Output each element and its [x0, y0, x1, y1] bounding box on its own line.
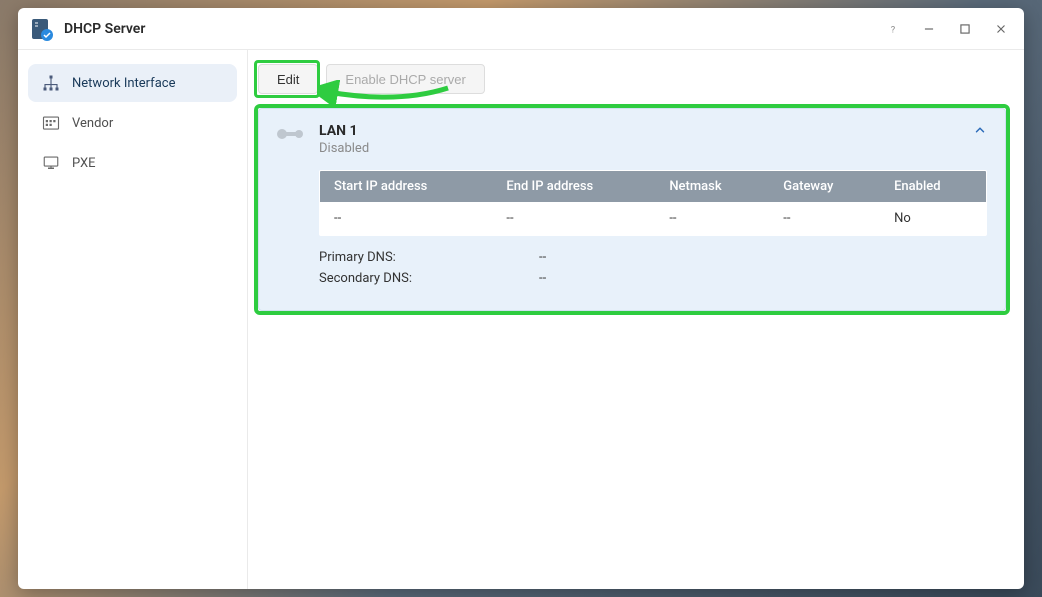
pxe-icon: [42, 154, 60, 172]
lan-panel[interactable]: LAN 1 Disabled Start IP address: [258, 108, 1006, 311]
nic-icon: [277, 127, 305, 141]
lan-title-block: LAN 1 Disabled: [319, 123, 973, 156]
app-icon: [30, 17, 54, 41]
secondary-dns-label: Secondary DNS:: [319, 271, 539, 286]
sidebar-item-label: Vendor: [72, 116, 113, 131]
primary-dns-row: Primary DNS: --: [319, 250, 987, 265]
col-start-ip: Start IP address: [320, 171, 493, 203]
primary-dns-value: --: [539, 250, 546, 265]
network-interface-icon: [42, 74, 60, 92]
vendor-icon: [42, 114, 60, 132]
dns-block: Primary DNS: -- Secondary DNS: --: [319, 250, 987, 286]
col-netmask: Netmask: [655, 171, 769, 203]
help-button[interactable]: ?: [882, 18, 904, 40]
sidebar-item-pxe[interactable]: PXE: [28, 144, 237, 182]
sidebar-item-vendor[interactable]: Vendor: [28, 104, 237, 142]
window-body: Network Interface Vendor PXE Edit Enable…: [18, 50, 1024, 589]
col-end-ip: End IP address: [492, 171, 655, 203]
edit-button[interactable]: Edit: [258, 64, 318, 94]
enable-dhcp-button[interactable]: Enable DHCP server: [326, 64, 484, 94]
close-button[interactable]: [990, 18, 1012, 40]
minimize-button[interactable]: [918, 18, 940, 40]
cell-gateway: --: [769, 202, 880, 236]
primary-dns-label: Primary DNS:: [319, 250, 539, 265]
app-window: DHCP Server ? Network Interface: [18, 8, 1024, 589]
dhcp-range-table: Start IP address End IP address Netmask …: [319, 170, 987, 236]
sidebar-item-label: PXE: [72, 156, 96, 171]
sidebar-item-network-interface[interactable]: Network Interface: [28, 64, 237, 102]
window-controls: ?: [882, 18, 1012, 40]
lan-panel-wrap: LAN 1 Disabled Start IP address: [258, 108, 1006, 311]
lan-status: Disabled: [319, 141, 973, 156]
secondary-dns-value: --: [539, 271, 546, 286]
sidebar-item-label: Network Interface: [72, 76, 175, 91]
lan-name: LAN 1: [319, 123, 973, 139]
collapse-toggle[interactable]: [973, 123, 987, 141]
cell-end-ip: --: [492, 202, 655, 236]
content-area: Edit Enable DHCP server LAN 1: [248, 50, 1024, 589]
svg-text:?: ?: [891, 24, 896, 35]
secondary-dns-row: Secondary DNS: --: [319, 271, 987, 286]
table-header-row: Start IP address End IP address Netmask …: [320, 171, 987, 203]
chevron-up-icon: [973, 123, 987, 137]
toolbar: Edit Enable DHCP server: [258, 64, 1006, 94]
sidebar: Network Interface Vendor PXE: [18, 50, 248, 589]
window-title: DHCP Server: [64, 21, 882, 37]
cell-netmask: --: [655, 202, 769, 236]
cell-start-ip: --: [320, 202, 493, 236]
lan-table-wrap: Start IP address End IP address Netmask …: [319, 170, 987, 236]
col-gateway: Gateway: [769, 171, 880, 203]
lan-panel-header: LAN 1 Disabled: [277, 123, 987, 156]
maximize-button[interactable]: [954, 18, 976, 40]
col-enabled: Enabled: [880, 171, 986, 203]
table-row[interactable]: -- -- -- -- No: [320, 202, 987, 236]
titlebar: DHCP Server ?: [18, 8, 1024, 50]
cell-enabled: No: [880, 202, 986, 236]
